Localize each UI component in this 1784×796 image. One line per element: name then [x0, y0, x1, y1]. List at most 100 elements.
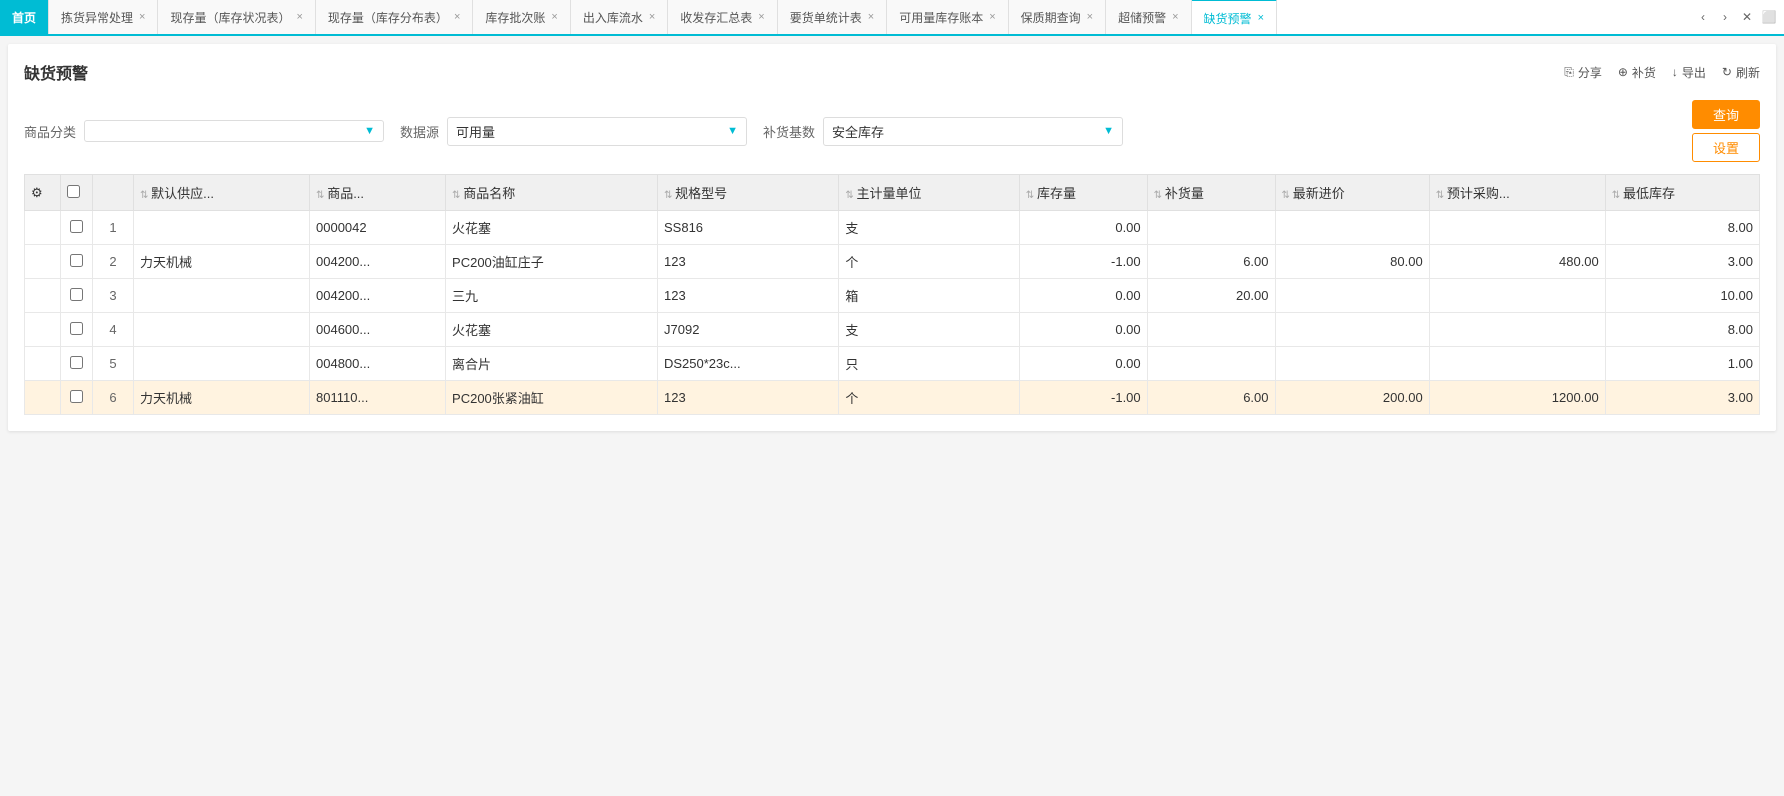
filter-actions: 查询 设置 — [1692, 100, 1760, 162]
row-checkbox-cell-3[interactable] — [61, 279, 93, 313]
row-checkbox-1[interactable] — [70, 220, 83, 233]
row-checkbox-2[interactable] — [70, 254, 83, 267]
tab-inventory-status[interactable]: 现存量（库存状况表） × — [158, 0, 315, 35]
row-num-column-header — [93, 175, 134, 211]
row-latest-price-6: 200.00 — [1275, 381, 1429, 415]
tab-order-stats[interactable]: 要货单统计表 × — [778, 0, 887, 35]
row-name-6: PC200张紧油缸 — [446, 381, 658, 415]
row-stock-4: 0.00 — [1019, 313, 1147, 347]
row-checkbox-cell-5[interactable] — [61, 347, 93, 381]
replenish-base-select[interactable]: 安全库存 ▼ — [823, 117, 1123, 146]
tab-close-all[interactable]: ✕ — [1736, 6, 1758, 28]
row-min-stock-1: 8.00 — [1605, 211, 1759, 245]
row-supplier-5 — [133, 347, 309, 381]
tab-batch-account-close[interactable]: × — [551, 11, 557, 23]
tab-receive-summary-close[interactable]: × — [758, 11, 764, 23]
tab-inventory-dist-close[interactable]: × — [454, 11, 460, 23]
row-checkbox-4[interactable] — [70, 322, 83, 335]
tab-inout-flow[interactable]: 出入库流水 × — [571, 0, 668, 35]
unit-column-header[interactable]: 主计量单位 — [839, 175, 1019, 211]
row-est-purchase-6: 1200.00 — [1429, 381, 1605, 415]
tab-batch-account[interactable]: 库存批次账 × — [473, 0, 570, 35]
tab-inout-flow-label: 出入库流水 — [583, 9, 643, 26]
settings-button[interactable]: 设置 — [1692, 133, 1760, 162]
table-row: 2 力天机械 004200... PC200油缸庄子 123 个 -1.00 6… — [25, 245, 1760, 279]
row-est-purchase-4 — [1429, 313, 1605, 347]
row-replenish-qty-5 — [1147, 347, 1275, 381]
tab-overstock-close[interactable]: × — [1172, 11, 1178, 23]
tab-exception[interactable]: 拣货异常处理 × — [49, 0, 158, 35]
tab-expiry-close[interactable]: × — [1087, 11, 1093, 23]
tab-inventory-status-close[interactable]: × — [296, 11, 302, 23]
page-header: 缺货预警 ⎘ 分享 ⊕ 补货 ↓ 导出 ↻ 刷新 — [24, 60, 1760, 84]
row-unit-6: 个 — [839, 381, 1019, 415]
row-code-1: 0000042 — [310, 211, 446, 245]
row-checkbox-3[interactable] — [70, 288, 83, 301]
tab-order-stats-close[interactable]: × — [868, 11, 874, 23]
row-est-purchase-5 — [1429, 347, 1605, 381]
row-gear-2[interactable] — [25, 245, 61, 279]
refresh-button[interactable]: ↻ 刷新 — [1722, 64, 1760, 81]
tab-home-label: 首页 — [12, 9, 36, 26]
row-code-5: 004800... — [310, 347, 446, 381]
latest-price-column-header[interactable]: 最新进价 — [1275, 175, 1429, 211]
tab-maximize[interactable]: ⬜ — [1758, 6, 1780, 28]
row-checkbox-cell-1[interactable] — [61, 211, 93, 245]
tab-available-ledger[interactable]: 可用量库存账本 × — [887, 0, 1008, 35]
min-stock-column-header[interactable]: 最低库存 — [1605, 175, 1759, 211]
row-min-stock-3: 10.00 — [1605, 279, 1759, 313]
row-num-1: 1 — [93, 211, 134, 245]
row-code-3: 004200... — [310, 279, 446, 313]
table-row: 3 004200... 三九 123 箱 0.00 20.00 10.00 — [25, 279, 1760, 313]
tab-bar: 首页 拣货异常处理 × 现存量（库存状况表） × 现存量（库存分布表） × 库存… — [0, 0, 1784, 36]
tab-receive-summary[interactable]: 收发存汇总表 × — [668, 0, 777, 35]
replenish-qty-column-header[interactable]: 补货量 — [1147, 175, 1275, 211]
tab-available-ledger-close[interactable]: × — [989, 11, 995, 23]
row-gear-4[interactable] — [25, 313, 61, 347]
tab-overstock[interactable]: 超储预警 × — [1106, 0, 1191, 35]
row-checkbox-cell-6[interactable] — [61, 381, 93, 415]
tab-expiry[interactable]: 保质期查询 × — [1009, 0, 1106, 35]
stock-column-header[interactable]: 库存量 — [1019, 175, 1147, 211]
row-unit-4: 支 — [839, 313, 1019, 347]
settings-column-header[interactable]: ⚙ — [25, 175, 61, 211]
tab-batch-account-label: 库存批次账 — [485, 9, 545, 26]
row-gear-5[interactable] — [25, 347, 61, 381]
export-label: 导出 — [1682, 64, 1706, 81]
product-code-column-header[interactable]: 商品... — [310, 175, 446, 211]
select-all-checkbox[interactable] — [67, 185, 80, 198]
tab-exception-close[interactable]: × — [139, 11, 145, 23]
row-checkbox-cell-2[interactable] — [61, 245, 93, 279]
share-button[interactable]: ⎘ 分享 — [1564, 64, 1602, 81]
spec-column-header[interactable]: 规格型号 — [658, 175, 839, 211]
tab-inventory-dist[interactable]: 现存量（库存分布表） × — [316, 0, 473, 35]
row-replenish-qty-4 — [1147, 313, 1275, 347]
replenish-button[interactable]: ⊕ 补货 — [1618, 64, 1656, 81]
row-gear-6[interactable] — [25, 381, 61, 415]
tab-shortage[interactable]: 缺货预警 × — [1192, 0, 1277, 35]
datasource-select[interactable]: 可用量 ▼ — [447, 117, 747, 146]
tab-shortage-close[interactable]: × — [1258, 12, 1264, 24]
row-num-3: 3 — [93, 279, 134, 313]
tab-inout-flow-close[interactable]: × — [649, 11, 655, 23]
row-stock-5: 0.00 — [1019, 347, 1147, 381]
query-button[interactable]: 查询 — [1692, 100, 1760, 129]
tab-receive-summary-label: 收发存汇总表 — [680, 9, 752, 26]
checkbox-column-header[interactable] — [61, 175, 93, 211]
tab-home[interactable]: 首页 — [0, 0, 49, 35]
est-purchase-column-header[interactable]: 预计采购... — [1429, 175, 1605, 211]
row-checkbox-cell-4[interactable] — [61, 313, 93, 347]
row-checkbox-5[interactable] — [70, 356, 83, 369]
export-button[interactable]: ↓ 导出 — [1672, 64, 1706, 81]
row-name-3: 三九 — [446, 279, 658, 313]
product-name-column-header[interactable]: 商品名称 — [446, 175, 658, 211]
category-select[interactable]: ▼ — [84, 120, 384, 142]
row-checkbox-6[interactable] — [70, 390, 83, 403]
tab-scroll-right[interactable]: › — [1714, 6, 1736, 28]
row-gear-3[interactable] — [25, 279, 61, 313]
tab-scroll-left[interactable]: ‹ — [1692, 6, 1714, 28]
row-gear-1[interactable] — [25, 211, 61, 245]
table-row: 1 0000042 火花塞 SS816 支 0.00 8.00 — [25, 211, 1760, 245]
default-supplier-column-header[interactable]: 默认供应... — [133, 175, 309, 211]
datasource-select-value: 可用量 — [456, 122, 495, 141]
